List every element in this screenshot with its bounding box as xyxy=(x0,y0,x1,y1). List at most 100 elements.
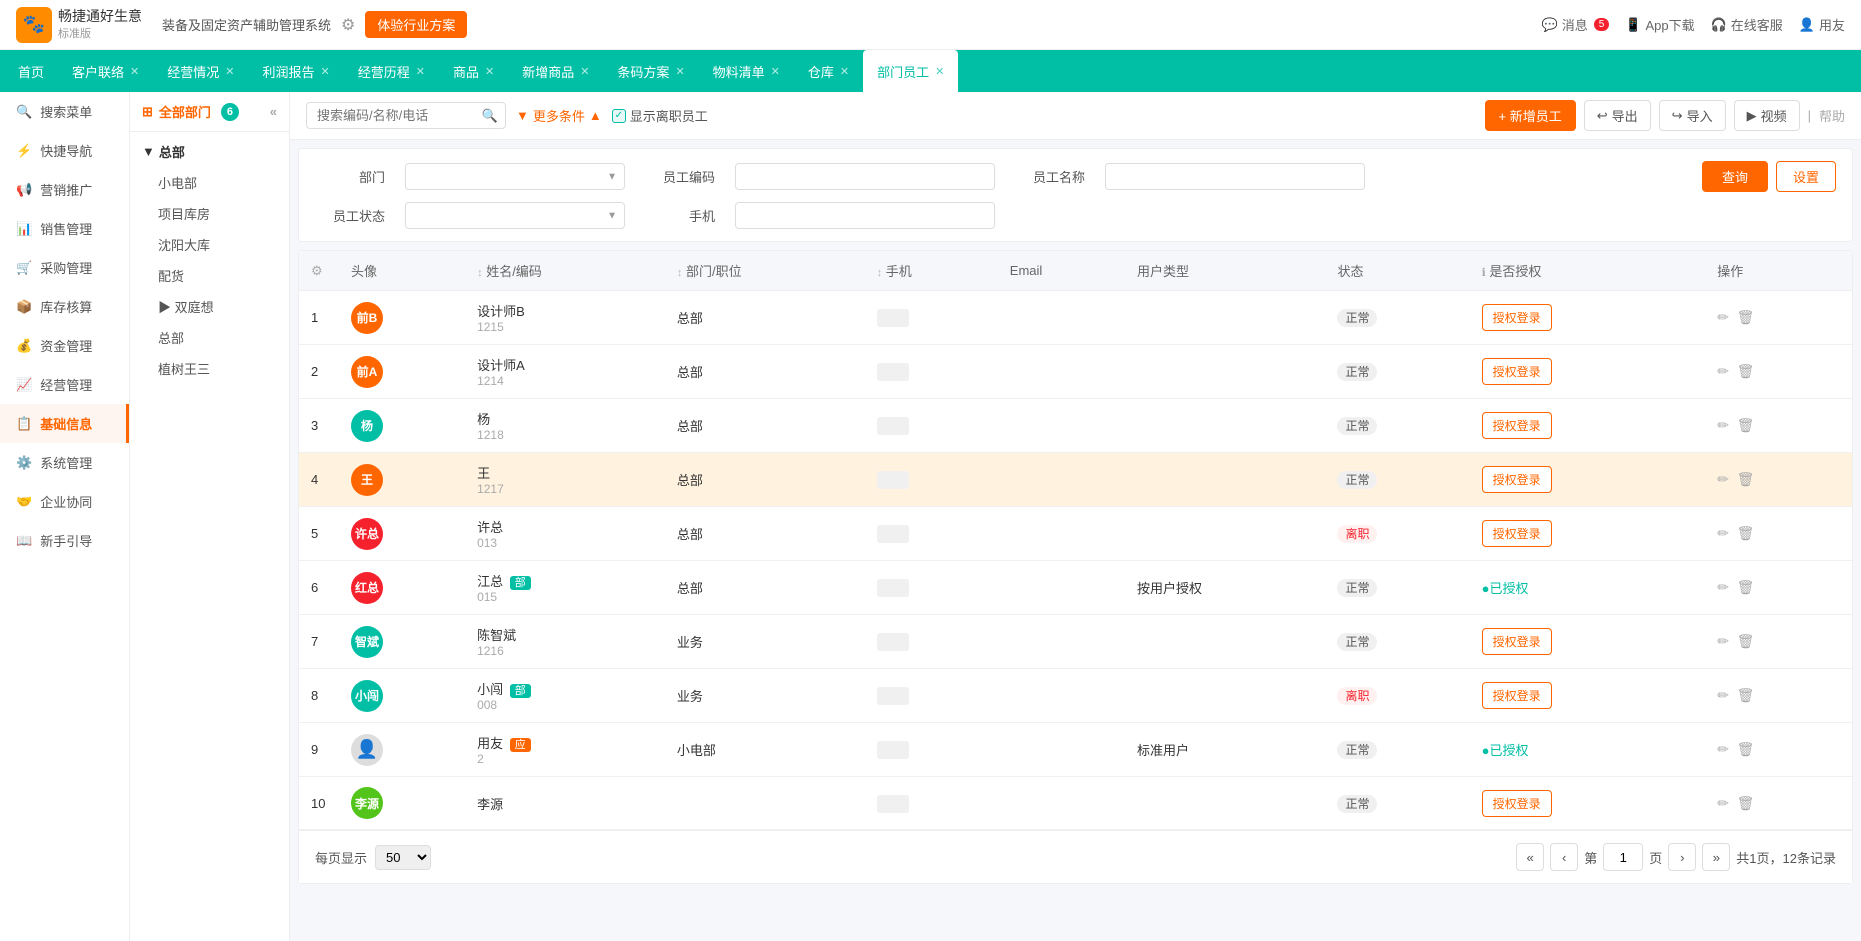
tab-warehouse[interactable]: 仓库✕ xyxy=(794,50,863,92)
delete-button[interactable]: 🗑 xyxy=(1737,417,1755,433)
per-page-select[interactable]: 50 100 xyxy=(375,845,431,870)
more-filter-button[interactable]: ▼ 更多条件 ▲ xyxy=(516,106,602,125)
close-warehouse-tab[interactable]: ✕ xyxy=(840,65,849,78)
dept-node-delivery[interactable]: 配货 xyxy=(130,260,289,291)
edit-button[interactable]: ✏ xyxy=(1717,309,1729,325)
status-select[interactable] xyxy=(405,202,625,229)
sidebar-item-operation[interactable]: 📈 经营管理 xyxy=(0,365,129,404)
tab-history[interactable]: 经营历程✕ xyxy=(344,50,439,92)
sidebar-item-collab[interactable]: 🤝 企业协同 xyxy=(0,482,129,521)
message-button[interactable]: 💬 消息 5 xyxy=(1542,15,1610,34)
tab-profit[interactable]: 利润报告✕ xyxy=(248,50,343,92)
tab-goods[interactable]: 商品✕ xyxy=(439,50,508,92)
close-goods-tab[interactable]: ✕ xyxy=(485,65,494,78)
search-input[interactable] xyxy=(306,102,506,129)
delete-button[interactable]: 🗑 xyxy=(1737,633,1755,649)
tab-bom[interactable]: 物料清单✕ xyxy=(699,50,794,92)
close-bom-tab[interactable]: ✕ xyxy=(771,65,780,78)
emp-name-input[interactable] xyxy=(1105,163,1365,190)
delete-button[interactable]: 🗑 xyxy=(1737,579,1755,595)
last-page-button[interactable]: » xyxy=(1702,843,1730,871)
delete-button[interactable]: 🗑 xyxy=(1737,687,1755,703)
dept-node-head[interactable]: 总部 xyxy=(130,322,289,353)
auth-login-button[interactable]: 授权登录 xyxy=(1482,520,1552,547)
view-button[interactable]: ▶ 视频 xyxy=(1734,100,1800,131)
edit-button[interactable]: ✏ xyxy=(1717,363,1729,379)
sidebar-item-shortcut[interactable]: ⚡ 快捷导航 xyxy=(0,131,129,170)
app-download-button[interactable]: 📱 App下载 xyxy=(1625,15,1694,34)
close-employee-tab[interactable]: ✕ xyxy=(935,65,944,78)
edit-button[interactable]: ✏ xyxy=(1717,633,1729,649)
tab-new-goods[interactable]: 新增商品✕ xyxy=(508,50,603,92)
tab-customer[interactable]: 客户联络✕ xyxy=(58,50,153,92)
dept-node-general[interactable]: ▼ 总部 xyxy=(130,136,289,167)
tab-employee[interactable]: 部门员工✕ xyxy=(863,50,958,92)
next-page-button[interactable]: › xyxy=(1668,843,1696,871)
online-service-button[interactable]: 🎧 在线客服 xyxy=(1711,15,1783,34)
dept-node-xiao-dian[interactable]: 小电部 xyxy=(130,167,289,198)
dept-select[interactable] xyxy=(405,163,625,190)
edit-button[interactable]: ✏ xyxy=(1717,579,1729,595)
sidebar-item-search[interactable]: 🔍 搜索菜单 xyxy=(0,92,129,131)
edit-button[interactable]: ✏ xyxy=(1717,417,1729,433)
sidebar-item-guide[interactable]: 📖 新手引导 xyxy=(0,521,129,560)
delete-button[interactable]: 🗑 xyxy=(1737,471,1755,487)
sidebar-item-system[interactable]: ⚙️ 系统管理 xyxy=(0,443,129,482)
close-history-tab[interactable]: ✕ xyxy=(416,65,425,78)
col-gear-icon[interactable]: ⚙ xyxy=(311,263,323,278)
edit-button[interactable]: ✏ xyxy=(1717,471,1729,487)
emp-name: 王 xyxy=(477,463,653,482)
sidebar-item-finance[interactable]: 💰 资金管理 xyxy=(0,326,129,365)
sidebar-item-basic[interactable]: 📋 基础信息 xyxy=(0,404,129,443)
close-customer-tab[interactable]: ✕ xyxy=(130,65,139,78)
close-newgoods-tab[interactable]: ✕ xyxy=(580,65,589,78)
auth-login-button[interactable]: 授权登录 xyxy=(1482,790,1552,817)
delete-button[interactable]: 🗑 xyxy=(1737,741,1755,757)
dept-node-shuang[interactable]: ▶ 双庭想 xyxy=(130,291,289,322)
auth-login-button[interactable]: 授权登录 xyxy=(1482,466,1552,493)
sidebar-item-marketing[interactable]: 📢 营销推广 xyxy=(0,170,129,209)
edit-button[interactable]: ✏ xyxy=(1717,741,1729,757)
show-resigned-checkbox[interactable]: ✓ 显示离职员工 xyxy=(612,106,708,125)
auth-login-button[interactable]: 授权登录 xyxy=(1482,304,1552,331)
sidebar-item-inventory[interactable]: 📦 库存核算 xyxy=(0,287,129,326)
user-avatar[interactable]: 👤 用友 xyxy=(1799,15,1845,34)
collapse-dept-icon[interactable]: « xyxy=(270,104,277,119)
edit-button[interactable]: ✏ xyxy=(1717,795,1729,811)
avatar: 前A xyxy=(351,356,383,388)
edit-button[interactable]: ✏ xyxy=(1717,687,1729,703)
close-barcode-tab[interactable]: ✕ xyxy=(675,65,684,78)
export-button[interactable]: ↩ 导出 xyxy=(1584,100,1651,131)
dept-node-project-room[interactable]: 项目库房 xyxy=(130,198,289,229)
close-operation-tab[interactable]: ✕ xyxy=(225,65,234,78)
add-employee-button[interactable]: + 新增员工 xyxy=(1485,100,1576,131)
import-button[interactable]: ↪ 导入 xyxy=(1659,100,1726,131)
emp-code-input[interactable] xyxy=(735,163,995,190)
setting-button[interactable]: 设置 xyxy=(1776,161,1836,192)
sidebar-item-sales[interactable]: 📊 销售管理 xyxy=(0,209,129,248)
dept-node-shenyang[interactable]: 沈阳大库 xyxy=(130,229,289,260)
tab-operation[interactable]: 经营情况✕ xyxy=(153,50,248,92)
search-button[interactable]: 查询 xyxy=(1702,161,1768,192)
tab-home[interactable]: 首页 xyxy=(4,50,58,92)
delete-button[interactable]: 🗑 xyxy=(1737,309,1755,325)
page-number-input[interactable] xyxy=(1603,843,1643,871)
edit-button[interactable]: ✏ xyxy=(1717,525,1729,541)
help-button[interactable]: 帮助 xyxy=(1819,106,1845,125)
first-page-button[interactable]: « xyxy=(1516,843,1544,871)
prev-page-button[interactable]: ‹ xyxy=(1550,843,1578,871)
close-profit-tab[interactable]: ✕ xyxy=(321,65,330,78)
auth-login-button[interactable]: 授权登录 xyxy=(1482,412,1552,439)
gear-icon[interactable]: ⚙ xyxy=(341,15,355,35)
auth-login-button[interactable]: 授权登录 xyxy=(1482,628,1552,655)
phone-input[interactable] xyxy=(735,202,995,229)
tab-barcode[interactable]: 条码方案✕ xyxy=(603,50,698,92)
trial-button[interactable]: 体验行业方案 xyxy=(365,11,467,38)
delete-button[interactable]: 🗑 xyxy=(1737,795,1755,811)
auth-login-button[interactable]: 授权登录 xyxy=(1482,682,1552,709)
dept-node-plant[interactable]: 植树王三 xyxy=(130,353,289,384)
sidebar-item-purchase[interactable]: 🛒 采购管理 xyxy=(0,248,129,287)
delete-button[interactable]: 🗑 xyxy=(1737,363,1755,379)
delete-button[interactable]: 🗑 xyxy=(1737,525,1755,541)
auth-login-button[interactable]: 授权登录 xyxy=(1482,358,1552,385)
